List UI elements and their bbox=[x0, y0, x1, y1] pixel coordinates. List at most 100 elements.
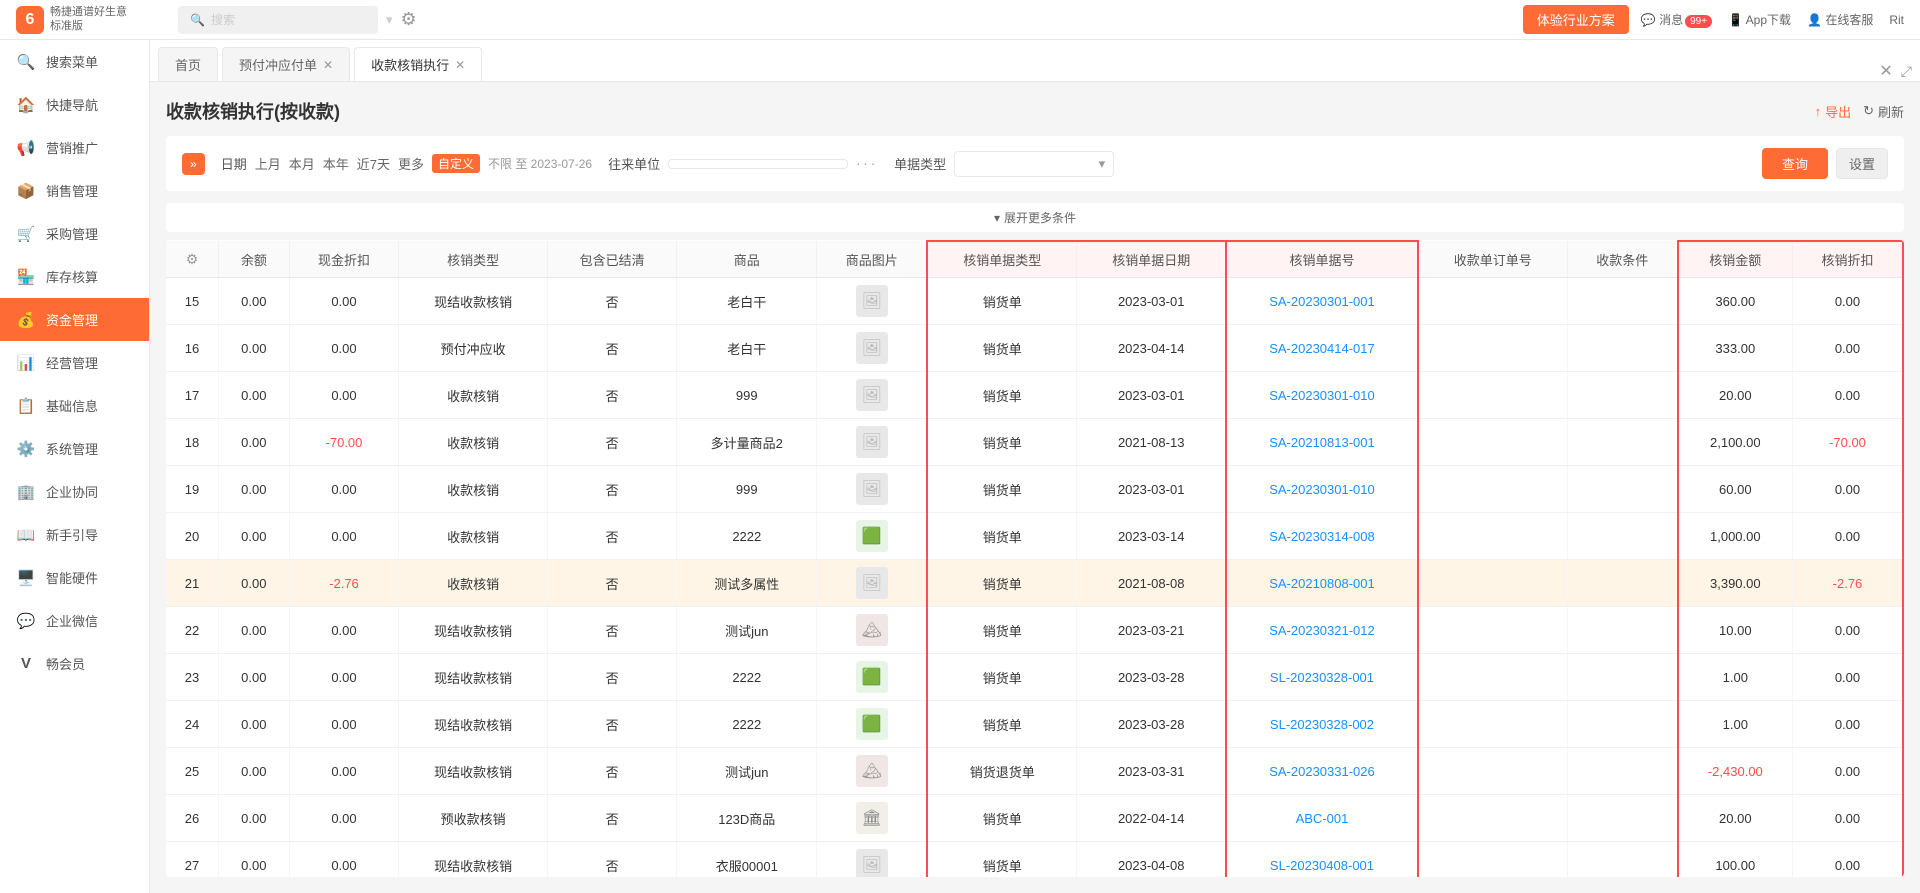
sidebar-item-member[interactable]: V 畅会员 bbox=[0, 642, 149, 685]
date-opt-this-month[interactable]: 本月 bbox=[289, 154, 315, 173]
cell-cancel-bill-date: 2021-08-13 bbox=[1077, 419, 1226, 466]
expand-more-button[interactable]: ▾ 展开更多条件 bbox=[994, 209, 1076, 226]
filter-dots: ··· bbox=[856, 156, 878, 171]
export-button[interactable]: ↑ 导出 bbox=[1815, 102, 1852, 121]
cell-receipt-condition bbox=[1567, 701, 1677, 748]
cell-cash-discount: 0.00 bbox=[289, 513, 399, 560]
cell-cancel-discount: 0.00 bbox=[1792, 278, 1903, 325]
content-area: 首页 预付冲应付单 ✕ 收款核销执行 ✕ ✕ ⤢ 收款核销执行(按收款) bbox=[150, 40, 1920, 893]
cell-cancel-discount: 0.00 bbox=[1792, 607, 1903, 654]
cell-goods-image: 🖼 bbox=[817, 419, 927, 466]
page-title: 收款核销执行(按收款) bbox=[166, 98, 340, 124]
col-cash-discount: 现金折扣 bbox=[289, 241, 399, 278]
tab-home[interactable]: 首页 bbox=[158, 47, 218, 81]
cell-receipt-order-no bbox=[1418, 513, 1567, 560]
filter-date-section: 日期 上月 本月 本年 近7天 更多 自定义 bbox=[221, 154, 480, 173]
col-gear[interactable]: ⚙ bbox=[166, 241, 219, 278]
cell-balance: 0.00 bbox=[219, 842, 290, 878]
cell-seq: 20 bbox=[166, 513, 219, 560]
sales-icon: 📦 bbox=[16, 182, 36, 200]
cell-cancel-bill-type: 销货单 bbox=[927, 372, 1076, 419]
user-name[interactable]: Rit bbox=[1889, 13, 1904, 27]
sidebar-item-wechat[interactable]: 💬 企业微信 bbox=[0, 599, 149, 642]
tab-home-label: 首页 bbox=[175, 55, 201, 74]
col-goods: 商品 bbox=[677, 241, 817, 278]
cell-include-settled: 否 bbox=[548, 325, 677, 372]
sidebar-item-finance[interactable]: 💰 资金管理 bbox=[0, 298, 149, 341]
sidebar-item-operation[interactable]: 📊 经营管理 bbox=[0, 341, 149, 384]
cell-balance: 0.00 bbox=[219, 607, 290, 654]
settings-button[interactable]: 设置 bbox=[1836, 148, 1888, 179]
app-download[interactable]: 📱 App下载 bbox=[1728, 11, 1791, 28]
cell-cancel-amount: -2,430.00 bbox=[1678, 748, 1793, 795]
sidebar-item-purchase[interactable]: 🛒 采购管理 bbox=[0, 212, 149, 255]
online-service[interactable]: 👤 在线客服 bbox=[1807, 11, 1873, 28]
cell-seq: 21 bbox=[166, 560, 219, 607]
sidebar-label-inventory: 库存核算 bbox=[46, 267, 98, 286]
sidebar-item-enterprise[interactable]: 🏢 企业协同 bbox=[0, 470, 149, 513]
search-input[interactable]: 🔍 搜索 bbox=[178, 6, 378, 34]
cell-cancel-bill-no: SA-20230301-001 bbox=[1226, 278, 1418, 325]
sidebar-item-guide[interactable]: 📖 新手引导 bbox=[0, 513, 149, 556]
page-header-actions: ↑ 导出 ↻ 刷新 bbox=[1815, 102, 1904, 121]
sidebar-item-sales[interactable]: 📦 销售管理 bbox=[0, 169, 149, 212]
sidebar-label-wechat: 企业微信 bbox=[46, 611, 98, 630]
search-icon: 🔍 bbox=[16, 53, 36, 71]
date-opt-more[interactable]: 更多 bbox=[398, 154, 424, 173]
tab-receipt-cancel-close[interactable]: ✕ bbox=[455, 58, 465, 72]
inventory-icon: 🏪 bbox=[16, 268, 36, 286]
single-type-select[interactable]: ▾ bbox=[954, 151, 1114, 177]
cell-balance: 0.00 bbox=[219, 701, 290, 748]
cell-cancel-type: 现结收款核销 bbox=[399, 842, 548, 878]
table-row: 15 0.00 0.00 现结收款核销 否 老白干 🖼 销货单 2023-03-… bbox=[166, 278, 1903, 325]
sidebar-item-inventory[interactable]: 🏪 库存核算 bbox=[0, 255, 149, 298]
sidebar-item-marketing[interactable]: 📢 营销推广 bbox=[0, 126, 149, 169]
single-type-label: 单据类型 bbox=[894, 154, 946, 173]
tab-maximize[interactable]: ⤢ bbox=[1901, 63, 1912, 80]
expand-more-label: 展开更多条件 bbox=[1004, 209, 1076, 226]
cell-include-settled: 否 bbox=[548, 654, 677, 701]
sidebar-label-search: 搜索菜单 bbox=[46, 52, 98, 71]
hardware-icon: 🖥️ bbox=[16, 569, 36, 587]
sidebar-item-hardware[interactable]: 🖥️ 智能硬件 bbox=[0, 556, 149, 599]
sidebar-item-quick-nav[interactable]: 🏠 快捷导航 bbox=[0, 83, 149, 126]
tab-prepay-close[interactable]: ✕ bbox=[323, 58, 333, 72]
cell-cancel-discount: 0.00 bbox=[1792, 795, 1903, 842]
cell-cancel-bill-type: 销货退货单 bbox=[927, 748, 1076, 795]
sidebar-item-search[interactable]: 🔍 搜索菜单 bbox=[0, 40, 149, 83]
cell-goods: 2222 bbox=[677, 701, 817, 748]
cell-cancel-amount: 2,100.00 bbox=[1678, 419, 1793, 466]
cell-cancel-type: 收款核销 bbox=[399, 513, 548, 560]
cell-cancel-type: 收款核销 bbox=[399, 419, 548, 466]
cell-goods-image: 🟩 bbox=[817, 654, 927, 701]
tab-receipt-cancel[interactable]: 收款核销执行 ✕ bbox=[354, 47, 482, 81]
sidebar-label-member: 畅会员 bbox=[46, 654, 85, 673]
marketing-icon: 📢 bbox=[16, 139, 36, 157]
cell-receipt-order-no bbox=[1418, 278, 1567, 325]
date-opt-this-year[interactable]: 本年 bbox=[323, 154, 349, 173]
cell-receipt-condition bbox=[1567, 513, 1677, 560]
cell-receipt-order-no bbox=[1418, 795, 1567, 842]
query-button[interactable]: 查询 bbox=[1762, 148, 1828, 179]
industry-btn[interactable]: 体验行业方案 bbox=[1523, 5, 1629, 34]
tab-close-all[interactable]: ✕ bbox=[1879, 61, 1892, 81]
date-opt-last-month[interactable]: 上月 bbox=[255, 154, 281, 173]
sidebar-item-basic[interactable]: 📋 基础信息 bbox=[0, 384, 149, 427]
filter-expand-button[interactable]: » bbox=[182, 153, 205, 175]
cell-cancel-bill-no: SL-20230408-001 bbox=[1226, 842, 1418, 878]
refresh-button[interactable]: ↻ 刷新 bbox=[1863, 102, 1904, 121]
counterpart-input[interactable] bbox=[668, 159, 848, 169]
cell-cash-discount: 0.00 bbox=[289, 325, 399, 372]
tab-prepay[interactable]: 预付冲应付单 ✕ bbox=[222, 47, 350, 81]
cell-cancel-bill-type: 销货单 bbox=[927, 278, 1076, 325]
cell-cash-discount: 0.00 bbox=[289, 372, 399, 419]
cell-cancel-type: 现结收款核销 bbox=[399, 748, 548, 795]
top-search-area: 🔍 搜索 ▾ ⚙ bbox=[178, 6, 1511, 34]
messages-icon[interactable]: 💬 消息99+ bbox=[1641, 11, 1712, 28]
date-opt-7days[interactable]: 近7天 bbox=[357, 154, 390, 173]
date-custom-btn[interactable]: 自定义 bbox=[432, 154, 480, 173]
cell-cancel-discount: 0.00 bbox=[1792, 372, 1903, 419]
cell-cancel-type: 收款核销 bbox=[399, 372, 548, 419]
sidebar-item-system[interactable]: ⚙️ 系统管理 bbox=[0, 427, 149, 470]
filter-bar: » 日期 上月 本月 本年 近7天 更多 自定义 不限 至 2023-07-26… bbox=[166, 136, 1904, 191]
